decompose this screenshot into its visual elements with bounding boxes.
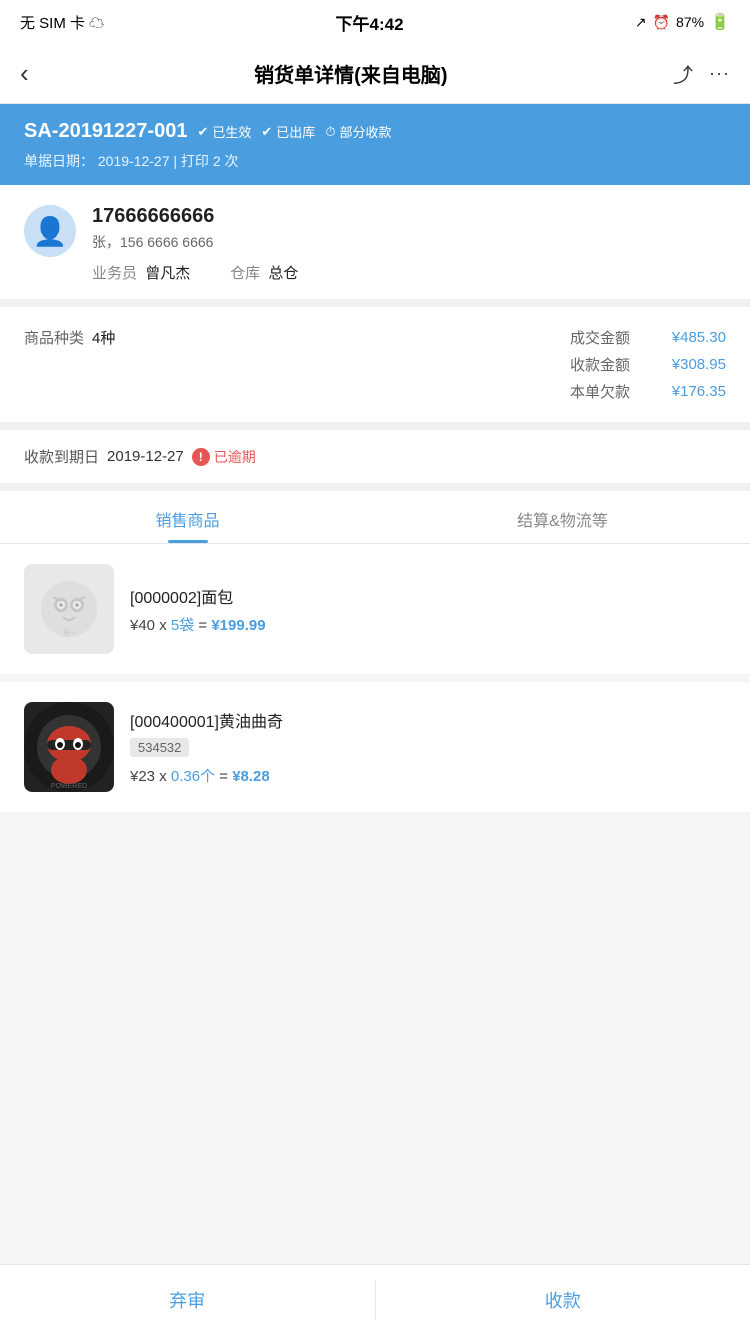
- list-item: 鱼+ [0000002]面包 ¥40 x 5袋 = ¥199.99: [0, 544, 750, 674]
- order-id: SA-20191227-001: [24, 120, 187, 143]
- warehouse-label: 仓库: [230, 265, 260, 282]
- cancel-button[interactable]: 弃审: [0, 1265, 375, 1334]
- print-unit: 次: [225, 153, 239, 169]
- product-thumbnail: 鱼+: [24, 564, 114, 654]
- more-icon[interactable]: ···: [709, 63, 730, 84]
- owed-value: ¥176.35: [646, 383, 726, 400]
- status-time: 下午4:42: [336, 10, 404, 35]
- badge-shipped: 已出库: [261, 122, 315, 141]
- tabs-section: 销售商品 结算&物流等: [0, 491, 750, 544]
- type-label: 商品种类: [24, 327, 84, 348]
- confirm-button[interactable]: 收款: [376, 1265, 750, 1334]
- status-left: 无 SIM 卡 ☁: [20, 12, 104, 33]
- product-total: ¥199.99: [211, 617, 265, 634]
- customer-id: 17666666666: [92, 205, 726, 228]
- type-value: 4种: [92, 327, 115, 348]
- due-date-section: 收款到期日 2019-12-27 ! 已逾期: [0, 430, 750, 491]
- product-qty: 0.36个: [171, 768, 219, 785]
- product-image-icon: POWERED: [24, 702, 114, 792]
- owl-placeholder-icon: 鱼+: [39, 579, 99, 639]
- deal-value: ¥485.30: [646, 329, 726, 346]
- battery-text: 87%: [676, 14, 704, 30]
- nav-left[interactable]: ‹: [20, 58, 29, 89]
- list-item: POWERED [000400001]黄油曲奇 534532 ¥23 x 0.3…: [0, 682, 750, 812]
- product-name: [0000002]面包: [130, 584, 726, 608]
- product-qty: 5袋: [171, 617, 199, 634]
- nav-right[interactable]: ⤴ ···: [673, 59, 730, 88]
- customer-meta: 业务员 曾凡杰 仓库 总仓: [92, 262, 726, 283]
- due-date-value: 2019-12-27: [107, 448, 184, 465]
- status-bar: 无 SIM 卡 ☁ 下午4:42 ↗ ⏰ 87% 🔋: [0, 0, 750, 44]
- battery-icon: 🔋: [710, 12, 730, 32]
- bottom-bar: 弃审 收款: [0, 1264, 750, 1334]
- warehouse-value: 总仓: [268, 265, 298, 282]
- location-icon: ↗: [635, 14, 647, 31]
- thumb-placeholder: 鱼+: [24, 564, 114, 654]
- person-icon: 👤: [33, 215, 68, 248]
- financial-stats: 成交金额 ¥485.30 收款金额 ¥308.95 本单欠款 ¥176.35: [570, 327, 726, 402]
- owed-label: 本单欠款: [570, 381, 630, 402]
- collected-amount-row: 收款金额 ¥308.95: [570, 354, 726, 375]
- sales-label: 业务员: [92, 265, 137, 282]
- alarm-icon: ⏰: [653, 14, 670, 31]
- date-label: 单据日期：: [24, 153, 94, 169]
- sales-info: 业务员 曾凡杰: [92, 262, 190, 283]
- deal-label: 成交金额: [570, 327, 630, 348]
- print-label: | 打印: [173, 153, 209, 169]
- overdue-dot-icon: !: [192, 448, 210, 466]
- sales-value: 曾凡杰: [145, 265, 190, 282]
- product-type-stat: 商品种类 4种: [24, 327, 115, 348]
- header-banner: SA-20191227-001 已生效 已出库 部分收款 单据日期： 2019-…: [0, 104, 750, 185]
- due-label: 收款到期日: [24, 446, 99, 467]
- share-icon[interactable]: ⤴: [673, 59, 693, 88]
- customer-section: 👤 17666666666 张，156 6666 6666 业务员 曾凡杰 仓库…: [0, 185, 750, 307]
- product-info: [000400001]黄油曲奇 534532 ¥23 x 0.36个 = ¥8.…: [130, 708, 726, 786]
- badge-effective: 已生效: [197, 122, 251, 141]
- print-count: 2: [213, 153, 221, 169]
- product-thumbnail: POWERED: [24, 702, 114, 792]
- tabs-row: 销售商品 结算&物流等: [0, 491, 750, 543]
- products-list: 鱼+ [0000002]面包 ¥40 x 5袋 = ¥199.99: [0, 544, 750, 812]
- badge-partial: 部分收款: [325, 122, 391, 141]
- order-date: 2019-12-27: [98, 153, 170, 169]
- avatar: 👤: [24, 205, 76, 257]
- overdue-badge: ! 已逾期: [192, 447, 256, 467]
- collected-label: 收款金额: [570, 354, 630, 375]
- tab-sales-products[interactable]: 销售商品: [0, 491, 375, 543]
- warehouse-info: 仓库 总仓: [230, 262, 298, 283]
- customer-info: 17666666666 张，156 6666 6666 业务员 曾凡杰 仓库 总…: [92, 205, 726, 283]
- product-name: [000400001]黄油曲奇: [130, 708, 726, 732]
- product-tag: 534532: [130, 738, 189, 757]
- deal-amount-row: 成交金额 ¥485.30: [570, 327, 726, 348]
- product-total: ¥8.28: [232, 768, 270, 785]
- svg-text:POWERED: POWERED: [51, 783, 87, 790]
- owed-amount-row: 本单欠款 ¥176.35: [570, 381, 726, 402]
- page-title: 销货单详情(来自电脑): [254, 59, 447, 88]
- collected-value: ¥308.95: [646, 356, 726, 373]
- svg-text:鱼+: 鱼+: [63, 627, 76, 637]
- status-right: ↗ ⏰ 87% 🔋: [635, 12, 730, 32]
- back-button[interactable]: ‹: [20, 58, 29, 89]
- order-date-row: 单据日期： 2019-12-27 | 打印 2 次: [24, 151, 726, 171]
- customer-name-phone: 张，156 6666 6666: [92, 232, 726, 252]
- product-info: [0000002]面包 ¥40 x 5袋 = ¥199.99: [130, 584, 726, 635]
- overdue-text: 已逾期: [214, 447, 256, 467]
- product-price-row: ¥40 x 5袋 = ¥199.99: [130, 614, 726, 635]
- nav-bar: ‹ 销货单详情(来自电脑) ⤴ ···: [0, 44, 750, 104]
- stats-section: 商品种类 4种 成交金额 ¥485.30 收款金额 ¥308.95 本单欠款 ¥…: [0, 307, 750, 430]
- tab-settlement[interactable]: 结算&物流等: [375, 491, 750, 543]
- product-price-row: ¥23 x 0.36个 = ¥8.28: [130, 765, 726, 786]
